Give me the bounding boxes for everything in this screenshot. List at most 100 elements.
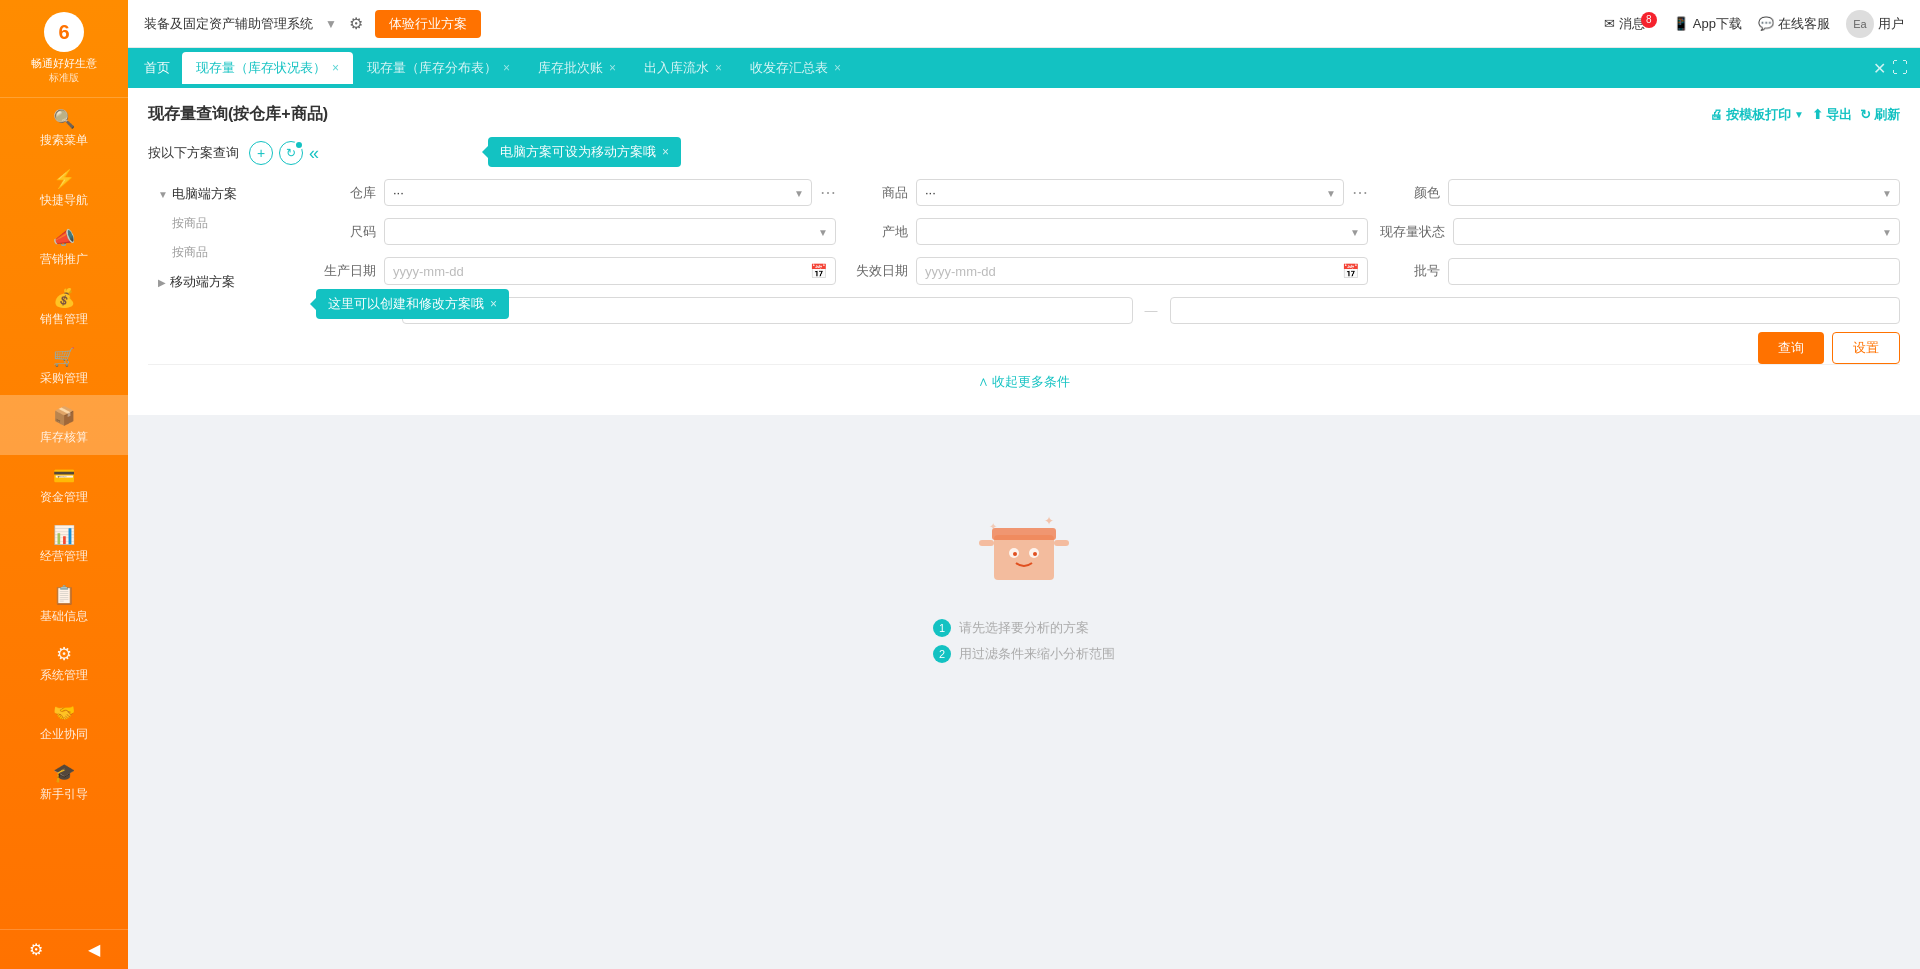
exp-date-calendar-icon[interactable]: 📅	[1342, 263, 1359, 279]
reset-button[interactable]: 设置	[1832, 332, 1900, 364]
warehouse-more-icon[interactable]: ⋯	[820, 183, 836, 202]
filter-field-exp-date: 失效日期 yyyy-mm-dd 📅	[848, 257, 1368, 285]
sidebar-item-sales[interactable]: 💰 销售管理	[0, 277, 128, 336]
page-content: 现存量查询(按仓库+商品) 🖨 按模板打印 ▼ ⬆ 导出 ↻ 刷新	[128, 88, 1920, 969]
scheme-desktop-sub2[interactable]: 按商品	[148, 238, 308, 267]
marketing-icon: 📣	[53, 227, 75, 249]
page-title-row: 现存量查询(按仓库+商品) 🖨 按模板打印 ▼ ⬆ 导出 ↻ 刷新	[148, 104, 1900, 125]
online-service-label: 在线客服	[1778, 15, 1830, 33]
collapse-bar[interactable]: ∧ 收起更多条件	[148, 364, 1900, 399]
tab-batch-ledger[interactable]: 库存批次账 ×	[524, 52, 630, 84]
sidebar-item-system[interactable]: ⚙ 系统管理	[0, 633, 128, 692]
logo-char: 6	[58, 21, 69, 44]
settings-bottom-btn[interactable]: ⚙	[29, 940, 43, 959]
empty-step1-text: 请先选择要分析的方案	[959, 615, 1089, 641]
warehouse-select[interactable]: ···	[384, 179, 812, 206]
logo-icon: 6	[44, 12, 84, 52]
tab-inventory-status[interactable]: 现存量（库存状况表） ×	[182, 52, 353, 84]
tab-close-inventory-status[interactable]: ×	[332, 62, 339, 74]
refresh-button[interactable]: ↻ 刷新	[1860, 106, 1900, 124]
close-all-tabs-btn[interactable]: ✕	[1873, 59, 1886, 78]
tab-close-batch-ledger[interactable]: ×	[609, 62, 616, 74]
header-gear-icon[interactable]: ⚙	[349, 14, 363, 33]
svg-text:✦: ✦	[989, 521, 997, 532]
message-btn[interactable]: ✉ 消息 8	[1604, 15, 1657, 33]
sidebar-item-quick[interactable]: ⚡ 快捷导航	[0, 158, 128, 217]
filter-label: 按以下方案查询	[148, 144, 239, 162]
size-label: 尺码	[316, 223, 376, 241]
tab-close-inventory-dist[interactable]: ×	[503, 62, 510, 74]
sidebar-item-purchase[interactable]: 🛒 采购管理	[0, 336, 128, 395]
sidebar-item-operations[interactable]: 📊 经营管理	[0, 514, 128, 573]
collapse-sidebar-btn[interactable]: ◀	[88, 940, 100, 959]
guide-icon: 🎓	[53, 762, 75, 784]
header-right: ✉ 消息 8 📱 App下载 💬 在线客服 Ea 用户	[1604, 10, 1904, 38]
search-button[interactable]: 查询	[1758, 332, 1824, 364]
sidebar-item-finance[interactable]: 💳 资金管理	[0, 455, 128, 514]
tooltip-create-scheme: 这里可以创建和修改方案哦 ×	[316, 289, 509, 319]
refresh-icon: ↻	[1860, 107, 1871, 122]
tab-close-inout-flow[interactable]: ×	[715, 62, 722, 74]
print-button[interactable]: 🖨 按模板打印 ▼	[1710, 106, 1804, 124]
export-button[interactable]: ⬆ 导出	[1812, 106, 1852, 124]
prod-date-calendar-icon[interactable]: 📅	[810, 263, 827, 279]
inv-qty-min-input[interactable]	[402, 297, 1133, 324]
sidebar-item-enterprise[interactable]: 🤝 企业协同	[0, 692, 128, 751]
tab-inout-flow[interactable]: 出入库流水 ×	[630, 52, 736, 84]
sidebar-item-guide[interactable]: 🎓 新手引导	[0, 752, 128, 811]
fullscreen-btn[interactable]: ⛶	[1892, 59, 1908, 77]
svg-rect-0	[994, 535, 1054, 580]
finance-icon: 💳	[53, 465, 75, 487]
scheme-mobile-label: 移动端方案	[170, 273, 235, 291]
sidebar-item-basic[interactable]: 📋 基础信息	[0, 574, 128, 633]
filter-field-color: 颜色 ▼	[1380, 179, 1900, 206]
scheme-mobile[interactable]: ▶ 移动端方案	[148, 267, 308, 297]
purchase-icon: 🛒	[53, 346, 75, 368]
app-download-btn[interactable]: 📱 App下载	[1673, 15, 1742, 33]
origin-select[interactable]	[916, 218, 1368, 245]
inv-status-select[interactable]	[1453, 218, 1900, 245]
online-service-btn[interactable]: 💬 在线客服	[1758, 15, 1830, 33]
exp-date-input[interactable]: yyyy-mm-dd 📅	[916, 257, 1368, 285]
svg-point-4	[1013, 552, 1017, 556]
collapse-label: 收起更多条件	[992, 374, 1070, 389]
tooltip2-text: 这里可以创建和修改方案哦	[328, 295, 484, 313]
sync-scheme-btn[interactable]: ↻	[279, 141, 303, 165]
tooltip2-close[interactable]: ×	[490, 297, 497, 311]
size-select[interactable]	[384, 218, 836, 245]
sidebar-label-guide: 新手引导	[40, 787, 88, 801]
back-btn[interactable]: «	[309, 143, 319, 164]
trial-button[interactable]: 体验行业方案	[375, 10, 481, 38]
tab-close-recv-summary[interactable]: ×	[834, 62, 841, 74]
prod-date-input[interactable]: yyyy-mm-dd 📅	[384, 257, 836, 285]
goods-more-icon[interactable]: ⋯	[1352, 183, 1368, 202]
batch-no-input[interactable]	[1448, 258, 1900, 285]
export-icon: ⬆	[1812, 107, 1823, 122]
sidebar-item-inventory[interactable]: 📦 库存核算	[0, 395, 128, 454]
scheme-desktop[interactable]: ▼ 电脑端方案	[148, 179, 308, 209]
sidebar-item-search[interactable]: 🔍 搜索菜单	[0, 98, 128, 157]
tab-recv-summary[interactable]: 收发存汇总表 ×	[736, 52, 855, 84]
inv-qty-max-input[interactable]	[1170, 297, 1901, 324]
sidebar-label-inventory: 库存核算	[40, 430, 88, 444]
tooltip1-close[interactable]: ×	[662, 145, 669, 159]
color-wrapper: ▼	[1448, 179, 1900, 206]
sidebar-label-basic: 基础信息	[40, 609, 88, 623]
scheme-desktop-sub1[interactable]: 按商品	[148, 209, 308, 238]
tab-home[interactable]: 首页	[132, 59, 182, 77]
add-scheme-btn[interactable]: +	[249, 141, 273, 165]
empty-step-1: 1 请先选择要分析的方案	[933, 615, 1115, 641]
sidebar-item-marketing[interactable]: 📣 营销推广	[0, 217, 128, 276]
color-select[interactable]	[1448, 179, 1900, 206]
system-dropdown-icon[interactable]: ▼	[325, 17, 337, 31]
scheme-desktop-arrow: ▼	[158, 189, 168, 200]
inventory-icon: 📦	[53, 405, 75, 427]
origin-label: 产地	[848, 223, 908, 241]
user-area[interactable]: Ea 用户	[1846, 10, 1904, 38]
tab-inventory-dist[interactable]: 现存量（库存分布表） ×	[353, 52, 524, 84]
step-num-1: 1	[933, 619, 951, 637]
filter-field-prod-date: 生产日期 yyyy-mm-dd 📅	[316, 257, 836, 285]
scheme-mobile-arrow: ▶	[158, 277, 166, 288]
goods-select[interactable]: ···	[916, 179, 1344, 206]
print-dropdown-icon[interactable]: ▼	[1794, 109, 1804, 120]
